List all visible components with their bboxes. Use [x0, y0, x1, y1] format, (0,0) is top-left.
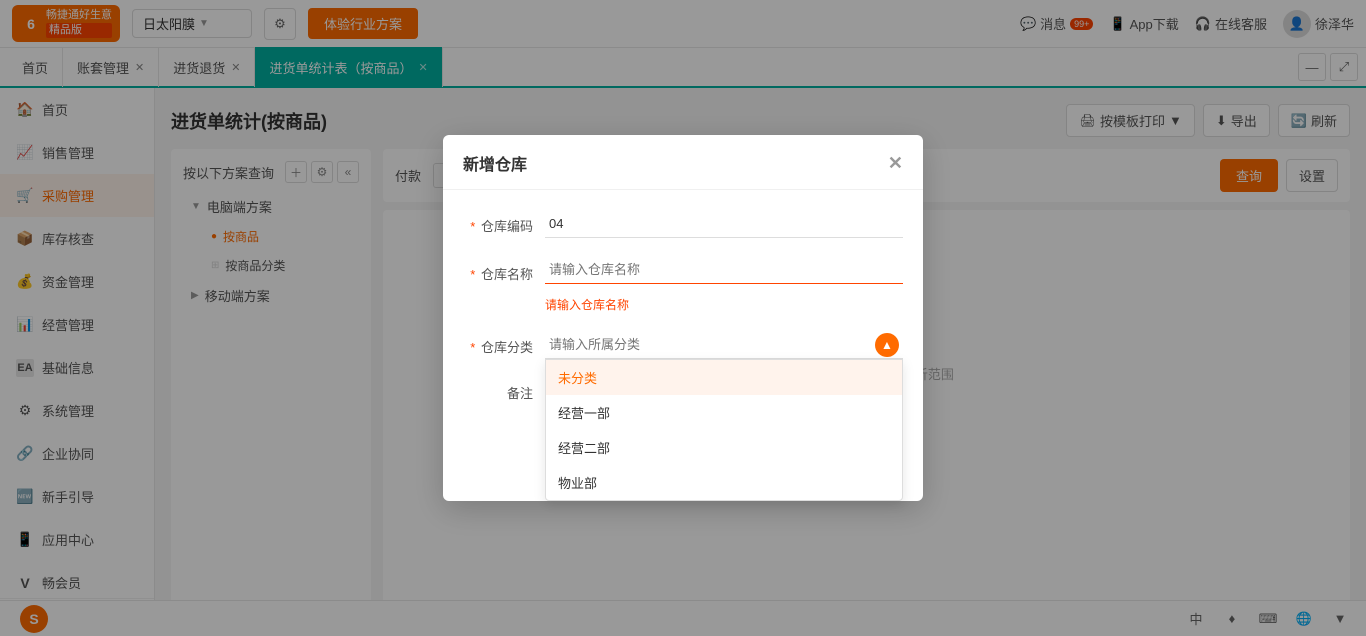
code-label: * 仓库编码: [463, 210, 533, 235]
name-label: * 仓库名称: [463, 258, 533, 283]
dialog-header: 新增仓库 ✕: [443, 135, 923, 190]
code-label-text: 仓库编码: [481, 219, 533, 234]
form-row-name: * 仓库名称 请输入仓库名称: [463, 256, 903, 313]
category-label-text: 仓库分类: [481, 340, 533, 355]
dialog-close-button[interactable]: ✕: [888, 153, 903, 174]
dialog-title: 新增仓库: [463, 151, 527, 175]
category-dropdown-input[interactable]: [545, 331, 903, 359]
category-dropdown-list: 未分类 经营一部 经营二部 物业部: [545, 359, 903, 501]
name-label-text: 仓库名称: [481, 267, 533, 282]
remark-label: 备注: [463, 377, 533, 402]
dialog-new-warehouse: 新增仓库 ✕ * 仓库编码 * 仓库名称: [443, 135, 923, 501]
dialog-body: * 仓库编码 * 仓库名称 请输入仓库名称: [443, 190, 923, 420]
dropdown-option-0[interactable]: 未分类: [546, 360, 902, 395]
modal-overlay: 新增仓库 ✕ * 仓库编码 * 仓库名称: [0, 0, 1366, 636]
form-row-category: * 仓库分类 ▲ 未分类 经营一部 经营二部 物业部: [463, 331, 903, 359]
category-label: * 仓库分类: [463, 331, 533, 356]
form-row-code: * 仓库编码: [463, 210, 903, 238]
dropdown-option-2[interactable]: 经营二部: [546, 430, 902, 465]
name-error-msg: 请输入仓库名称: [545, 298, 629, 312]
dropdown-option-1[interactable]: 经营一部: [546, 395, 902, 430]
category-dropdown-wrapper: ▲ 未分类 经营一部 经营二部 物业部: [545, 331, 903, 359]
warehouse-name-input[interactable]: [545, 256, 903, 284]
category-dropdown-toggle[interactable]: ▲: [875, 333, 899, 357]
dropdown-option-3[interactable]: 物业部: [546, 465, 902, 500]
warehouse-code-input[interactable]: [545, 210, 903, 238]
